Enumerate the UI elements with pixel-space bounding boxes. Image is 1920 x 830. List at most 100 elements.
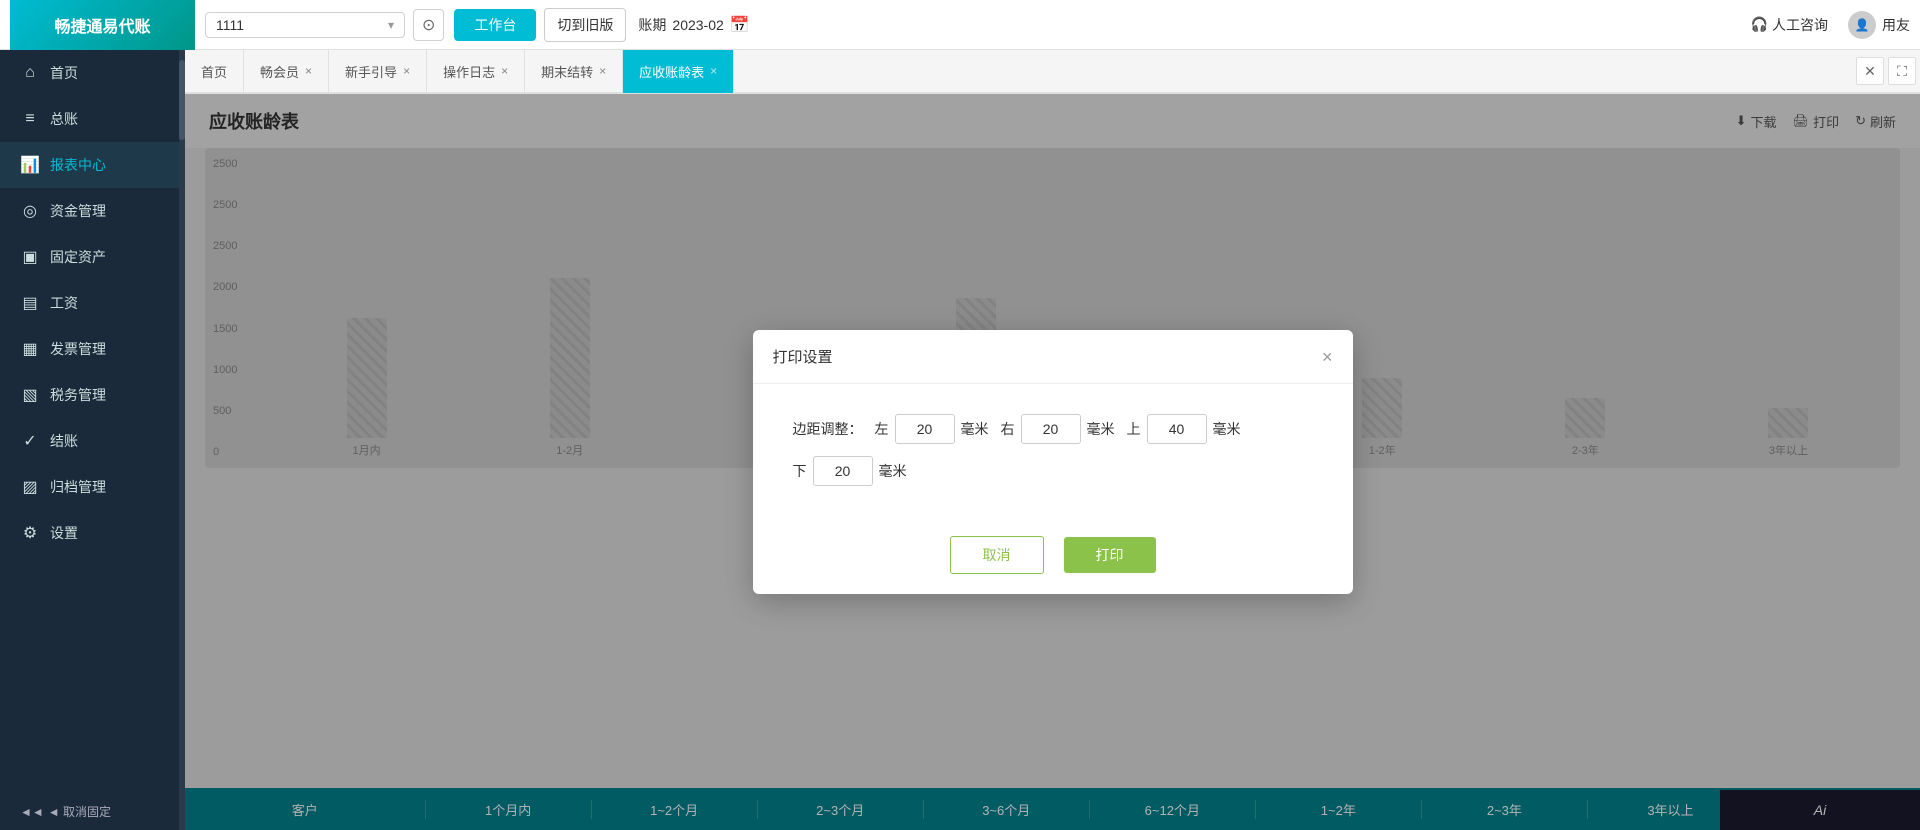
sidebar-item-label: 归档管理 (50, 477, 106, 497)
tab-guide[interactable]: 新手引导 × (329, 50, 427, 93)
sidebar-collapse-button[interactable]: ◄◄ ◄ 取消固定 (0, 793, 185, 830)
collapse-icon: ◄◄ (20, 805, 44, 819)
sidebar-item-label: 工资 (50, 293, 78, 313)
ledger-icon: ≡ (20, 110, 40, 128)
sidebar-item-general-ledger[interactable]: ≡ 总账 (0, 96, 185, 142)
user-label: 用友 (1882, 15, 1910, 35)
bottom-unit: 毫米 (879, 461, 907, 481)
sidebar-item-label: 发票管理 (50, 339, 106, 359)
company-name: 1111 (216, 17, 380, 33)
account-period-prefix: 账期 (638, 15, 666, 35)
sidebar-item-report-center[interactable]: 📊 报表中心 (0, 142, 185, 188)
logo-text: 畅捷通易代账 (54, 13, 150, 37)
close-tab-button[interactable]: ✕ (1856, 57, 1884, 85)
sidebar-item-home[interactable]: ⌂ 首页 (0, 50, 185, 96)
bottom-margin-group: 下 毫米 (793, 456, 907, 486)
top-margin-input[interactable] (1147, 414, 1207, 444)
logo-area: 畅捷通易代账 (10, 0, 195, 50)
modal-header: 打印设置 × (753, 330, 1353, 384)
sidebar-item-archive-management[interactable]: ▨ 归档管理 (0, 464, 185, 510)
sidebar-item-fund-management[interactable]: ◎ 资金管理 (0, 188, 185, 234)
modal-close-button[interactable]: × (1322, 348, 1333, 366)
tab-bar: 首页 畅会员 × 新手引导 × 操作日志 × 期末结转 × 应收账龄表 × (185, 50, 1920, 94)
tab-ar-aging-close[interactable]: × (710, 64, 717, 78)
sidebar-item-label: 首页 (50, 63, 78, 83)
confirm-print-button[interactable]: 打印 (1064, 537, 1156, 573)
assets-icon: ▣ (20, 247, 40, 267)
checkout-icon: ✓ (20, 431, 40, 451)
left-unit: 毫米 (961, 419, 989, 439)
sidebar-item-label: 税务管理 (50, 385, 106, 405)
margin-row: 边距调整： 左 毫米 右 毫米 (793, 414, 1313, 486)
company-selector[interactable]: 1111 ▾ (205, 12, 405, 38)
tab-period-end-close[interactable]: × (599, 64, 606, 78)
workbench-button[interactable]: 工作台 (454, 9, 536, 41)
top-unit: 毫米 (1213, 419, 1241, 439)
user-area[interactable]: 👤 用友 (1848, 11, 1910, 39)
tax-icon: ▧ (20, 385, 40, 405)
invoice-icon: ▦ (20, 339, 40, 359)
collapse-label: ◄ 取消固定 (48, 803, 111, 820)
top-margin-group: 上 毫米 (1127, 414, 1241, 444)
page-content: 应收账龄表 ⬇ 下载 🖨 打印 ↻ 刷新 (185, 94, 1920, 830)
account-period: 账期 2023-02 📅 (638, 15, 749, 35)
right-margin-input[interactable] (1021, 414, 1081, 444)
tab-guide-label: 新手引导 (345, 62, 397, 81)
modal-overlay: 打印设置 × 边距调整： 左 毫米 右 (185, 94, 1920, 830)
sidebar-item-settings[interactable]: ⚙ 设置 (0, 510, 185, 556)
bottom-margin-input[interactable] (813, 456, 873, 486)
modal-body: 边距调整： 左 毫米 右 毫米 (753, 384, 1353, 516)
sidebar-item-invoice-management[interactable]: ▦ 发票管理 (0, 326, 185, 372)
right-margin-group: 右 毫米 (1001, 414, 1115, 444)
tab-period-end-label: 期末结转 (541, 62, 593, 81)
tab-ar-aging[interactable]: 应收账龄表 × (623, 50, 734, 93)
tab-guide-close[interactable]: × (403, 64, 410, 78)
print-settings-modal: 打印设置 × 边距调整： 左 毫米 右 (753, 330, 1353, 594)
left-margin-input[interactable] (895, 414, 955, 444)
content-area: 首页 畅会员 × 新手引导 × 操作日志 × 期末结转 × 应收账龄表 × (185, 50, 1920, 830)
main-layout: ⌂ 首页 ≡ 总账 📊 报表中心 ◎ 资金管理 ▣ 固定资产 ▤ 工资 ▦ 发票… (0, 50, 1920, 830)
avatar: 👤 (1848, 11, 1876, 39)
tab-period-end[interactable]: 期末结转 × (525, 50, 623, 93)
right-prefix: 右 (1001, 419, 1015, 439)
consult-link[interactable]: 🎧 人工咨询 (1751, 15, 1828, 35)
calendar-icon[interactable]: 📅 (730, 15, 750, 35)
archive-icon: ▨ (20, 477, 40, 497)
tab-operations-log[interactable]: 操作日志 × (427, 50, 525, 93)
sidebar-item-label: 总账 (50, 109, 78, 129)
sidebar-item-fixed-assets[interactable]: ▣ 固定资产 (0, 234, 185, 280)
tab-ar-aging-label: 应收账龄表 (639, 62, 704, 81)
cancel-button[interactable]: 取消 (950, 536, 1044, 574)
sidebar-item-label: 资金管理 (50, 201, 106, 221)
tab-home[interactable]: 首页 (185, 50, 244, 93)
copy-button[interactable]: ⊙ (413, 9, 444, 41)
tab-member-label: 畅会员 (260, 62, 299, 81)
headset-icon: 🎧 (1751, 16, 1768, 33)
modal-title: 打印设置 (773, 346, 833, 367)
margin-label: 边距调整： (793, 419, 863, 439)
tab-operations-log-close[interactable]: × (501, 64, 508, 78)
tab-home-label: 首页 (201, 62, 227, 81)
tab-member-close[interactable]: × (305, 64, 312, 78)
sidebar-item-checkout[interactable]: ✓ 结账 (0, 418, 185, 464)
tab-operations-log-label: 操作日志 (443, 62, 495, 81)
tab-member[interactable]: 畅会员 × (244, 50, 329, 93)
sidebar-item-tax-management[interactable]: ▧ 税务管理 (0, 372, 185, 418)
top-header: 畅捷通易代账 1111 ▾ ⊙ 工作台 切到旧版 账期 2023-02 📅 🎧 … (0, 0, 1920, 50)
left-prefix: 左 (875, 419, 889, 439)
fund-icon: ◎ (20, 201, 40, 221)
sidebar-item-label: 结账 (50, 431, 78, 451)
bottom-prefix: 下 (793, 461, 807, 481)
maximize-tab-button[interactable]: ⛶ (1888, 57, 1916, 85)
report-icon: 📊 (20, 155, 40, 175)
payroll-icon: ▤ (20, 293, 40, 313)
account-period-value: 2023-02 (672, 17, 723, 33)
modal-footer: 取消 打印 (753, 516, 1353, 594)
sidebar-item-label: 报表中心 (50, 155, 106, 175)
left-margin-group: 左 毫米 (875, 414, 989, 444)
sidebar-item-payroll[interactable]: ▤ 工资 (0, 280, 185, 326)
sidebar-item-label: 固定资产 (50, 247, 106, 267)
switch-version-button[interactable]: 切到旧版 (544, 8, 626, 42)
consult-label: 人工咨询 (1772, 15, 1828, 35)
top-prefix: 上 (1127, 419, 1141, 439)
